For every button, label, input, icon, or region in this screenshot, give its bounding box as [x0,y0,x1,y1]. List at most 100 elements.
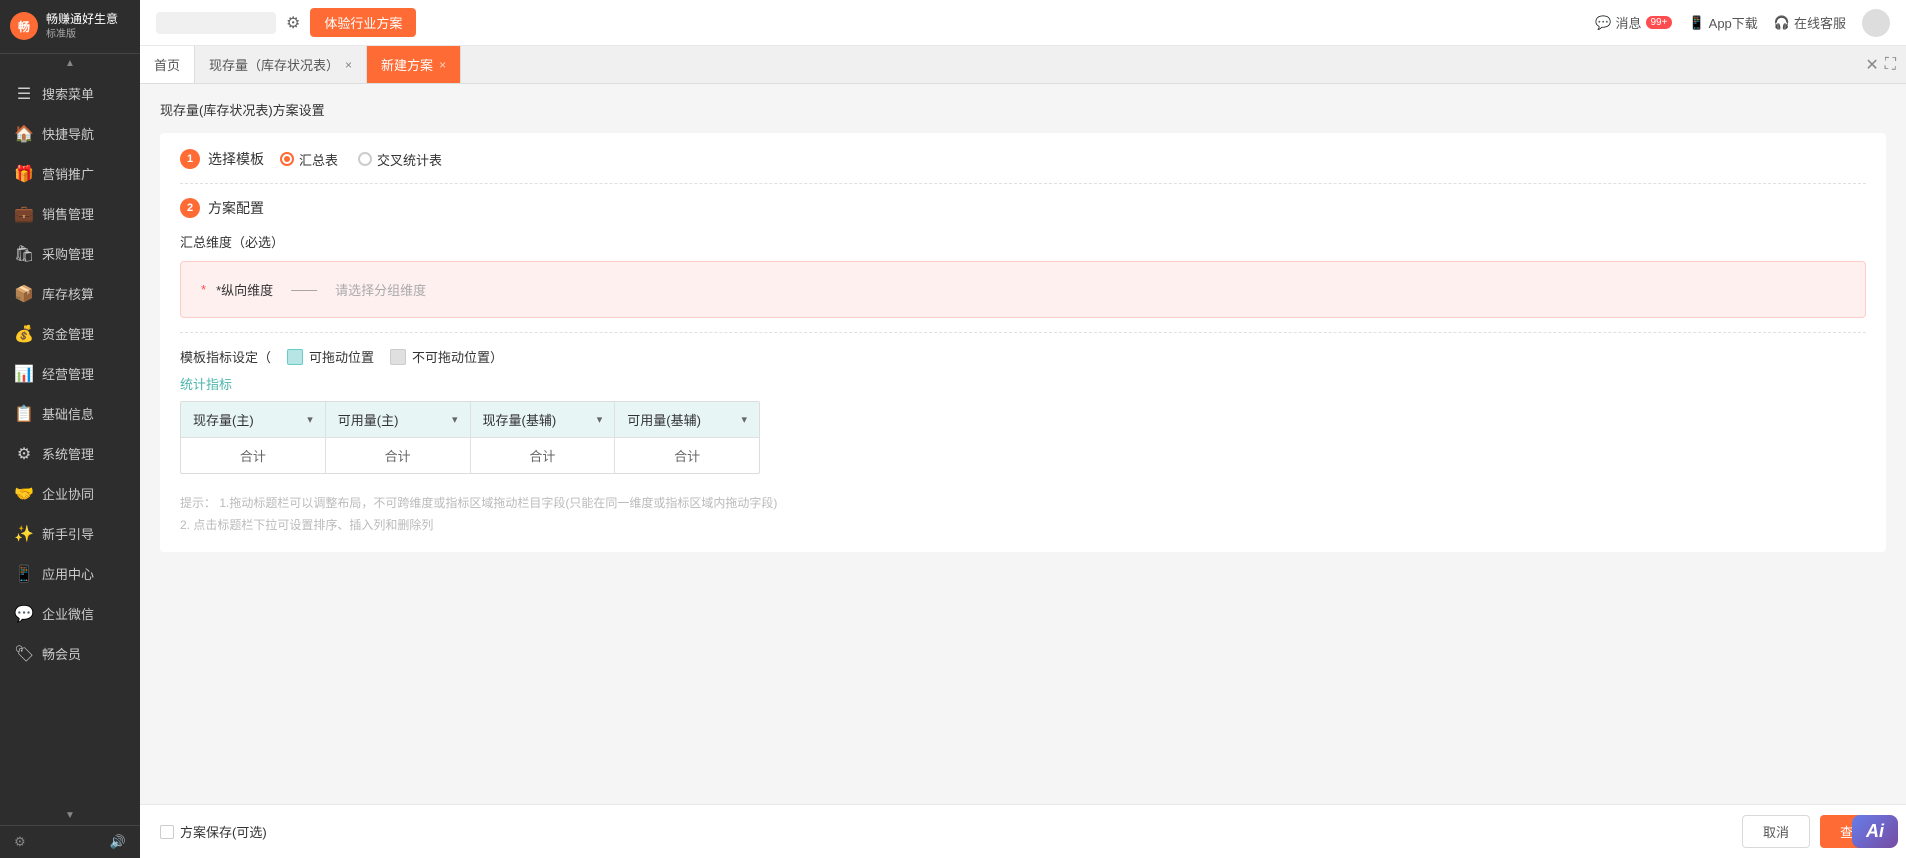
radio-summary[interactable]: 汇总表 [280,150,338,169]
stats-col-4-header[interactable]: 可用量(基辅) ▾ [615,402,759,437]
tips-section: 提示： 1.拖动标题栏可以调整布局，不可跨维度或指标区域拖动栏目字段(只能在同一… [180,493,1866,536]
main-area: ⚙ 体验行业方案 💬 消息 99+ 📱 App下载 🎧 在线客服 首页 [140,0,1906,858]
sidebar-item-purchase[interactable]: 🛍 采购管理 [0,234,140,274]
sidebar-item-wechat[interactable]: 💬 企业微信 [0,594,140,634]
stats-col-3-header[interactable]: 现存量(基辅) ▾ [471,402,616,437]
draggable-indicator: 可拖动位置 [287,347,374,366]
sidebar-item-quick-nav[interactable]: 🏠 快捷导航 [0,114,140,154]
radio-dot-summary [280,152,294,166]
tab-inventory[interactable]: 现存量（库存状况表） × [195,46,367,83]
user-avatar[interactable] [1862,9,1890,37]
sidebar-footer: ⚙ 🔊 [0,825,140,858]
search-input[interactable] [156,12,276,34]
tips-title: 提示： 1.拖动标题栏可以调整布局，不可跨维度或指标区域拖动栏目字段(只能在同一… [180,493,1866,515]
draggable-color-box [287,349,303,365]
sidebar-item-cooperation[interactable]: 🤝 企业协同 [0,474,140,514]
bottom-bar: 方案保存(可选) 取消 查询 [140,804,1906,858]
handshake-icon: 🤝 [14,484,34,504]
sidebar-item-member[interactable]: 🏷 畅会员 [0,634,140,674]
sidebar-item-basic-info[interactable]: 📋 基础信息 [0,394,140,434]
radio-dot-cross [358,152,372,166]
sparkle-icon: ✨ [14,524,34,544]
footer-settings-icon[interactable]: ⚙ [14,834,26,850]
app-download-item[interactable]: 📱 App下载 [1688,13,1757,32]
home-icon: 🏠 [14,124,34,144]
stats-table-header: 现存量(主) ▾ 可用量(主) ▾ 现存量(基辅) ▾ 可用量(基辅) ▾ [181,402,759,437]
sidebar-scroll-down[interactable]: ▼ [0,805,140,825]
headset-icon: 🎧 [1774,15,1790,31]
chart-icon: 📊 [14,364,34,384]
required-asterisk: * [201,282,206,297]
step2-badge: 2 [180,198,200,218]
topbar-right: 💬 消息 99+ 📱 App下载 🎧 在线客服 [1595,9,1890,37]
tip2: 2. 点击标题栏下拉可设置排序、插入列和删除列 [180,515,1866,537]
app-title: 畅赚通好生意 标准版 [46,12,118,41]
non-draggable-color-box [390,349,406,365]
stats-section-label: 统计指标 [180,374,1866,393]
stats-col-1-header[interactable]: 现存量(主) ▾ [181,402,326,437]
radio-cross[interactable]: 交叉统计表 [358,150,442,169]
cancel-button[interactable]: 取消 [1742,815,1810,848]
step1-label: 选择模板 [208,149,264,169]
sidebar-nav: ☰ 搜索菜单 🏠 快捷导航 🎁 营销推广 💼 销售管理 🛍 采购管理 📦 库存核… [0,74,140,805]
tabs-actions: ✕ ⛶ [1865,55,1906,75]
sidebar-item-sales[interactable]: 💼 销售管理 [0,194,140,234]
sidebar-item-marketing[interactable]: 🎁 营销推广 [0,154,140,194]
chevron-down-icon-4[interactable]: ▾ [741,413,747,426]
arrow-separator: —— [291,282,317,297]
settings-gear-icon[interactable]: ⚙ [286,13,300,33]
vertical-dim-label: *纵向维度 [216,280,273,299]
messages-badge-item[interactable]: 💬 消息 99+ [1595,13,1672,32]
sidebar-item-app-center[interactable]: 📱 应用中心 [0,554,140,594]
box-icon: 📦 [14,284,34,304]
save-option[interactable]: 方案保存(可选) [160,822,267,841]
briefcase-icon: 💼 [14,204,34,224]
non-draggable-indicator: 不可拖动位置） [390,347,503,366]
dimension-placeholder: 请选择分组维度 [335,280,426,299]
stats-col-2-header[interactable]: 可用量(主) ▾ [326,402,471,437]
sidebar-scroll-up[interactable]: ▲ [0,54,140,74]
step1-badge: 1 [180,149,200,169]
search-menu-icon: ☰ [14,84,34,104]
stats-table-row: 合计 合计 合计 合计 [181,437,759,473]
sidebar-item-finance[interactable]: 💰 资金管理 [0,314,140,354]
ai-badge[interactable]: Ai [1852,815,1898,848]
footer-audio-icon[interactable]: 🔊 [110,834,126,850]
stats-col-4-value: 合计 [615,438,759,473]
sidebar-item-search-menu[interactable]: ☰ 搜索菜单 [0,74,140,114]
online-service-item[interactable]: 🎧 在线客服 [1774,13,1846,32]
template-indicator: 模板指标设定（ 可拖动位置 不可拖动位置） [180,347,1866,366]
mobile-icon: 📱 [14,564,34,584]
tab-expand-icon[interactable]: ⛶ [1885,56,1896,74]
wechat-icon: 💬 [14,604,34,624]
step2-header: 2 方案配置 [180,198,1866,218]
content-area: 现存量(库存状况表)方案设置 1 选择模板 汇总表 交叉统计表 [140,84,1906,804]
trial-button[interactable]: 体验行业方案 [310,8,416,37]
dimension-title: 汇总维度（必选） [180,232,1866,251]
tab-inventory-close[interactable]: × [345,58,352,72]
dimension-required-area[interactable]: * *纵向维度 —— 请选择分组维度 [180,261,1866,318]
chevron-down-icon-2[interactable]: ▾ [452,413,458,426]
stats-col-1-value: 合计 [181,438,326,473]
gift-icon: 🎁 [14,164,34,184]
app-logo: 畅 [10,12,38,40]
message-icon: 💬 [1595,15,1611,31]
chevron-down-icon-3[interactable]: ▾ [597,413,603,426]
save-checkbox[interactable] [160,825,174,839]
step1-header: 1 选择模板 汇总表 交叉统计表 [180,149,1866,169]
template-indicator-prefix: 模板指标设定（ [180,347,271,366]
stats-col-3-value: 合计 [471,438,616,473]
sidebar-item-new-guide[interactable]: ✨ 新手引导 [0,514,140,554]
topbar: ⚙ 体验行业方案 💬 消息 99+ 📱 App下载 🎧 在线客服 [140,0,1906,46]
chevron-down-icon-1[interactable]: ▾ [307,413,313,426]
sidebar-item-system[interactable]: ⚙ 系统管理 [0,434,140,474]
sidebar-item-inventory[interactable]: 📦 库存核算 [0,274,140,314]
tab-home[interactable]: 首页 [140,46,195,83]
tab-new-plan-close[interactable]: × [439,58,446,72]
topbar-left: ⚙ 体验行业方案 [156,8,416,37]
tabs-bar: 首页 现存量（库存状况表） × 新建方案 × ✕ ⛶ [140,46,1906,84]
sidebar-item-operations[interactable]: 📊 经营管理 [0,354,140,394]
tab-close-icon[interactable]: ✕ [1865,55,1878,75]
template-radio-group: 汇总表 交叉统计表 [280,150,442,169]
tab-new-plan[interactable]: 新建方案 × [367,46,461,83]
